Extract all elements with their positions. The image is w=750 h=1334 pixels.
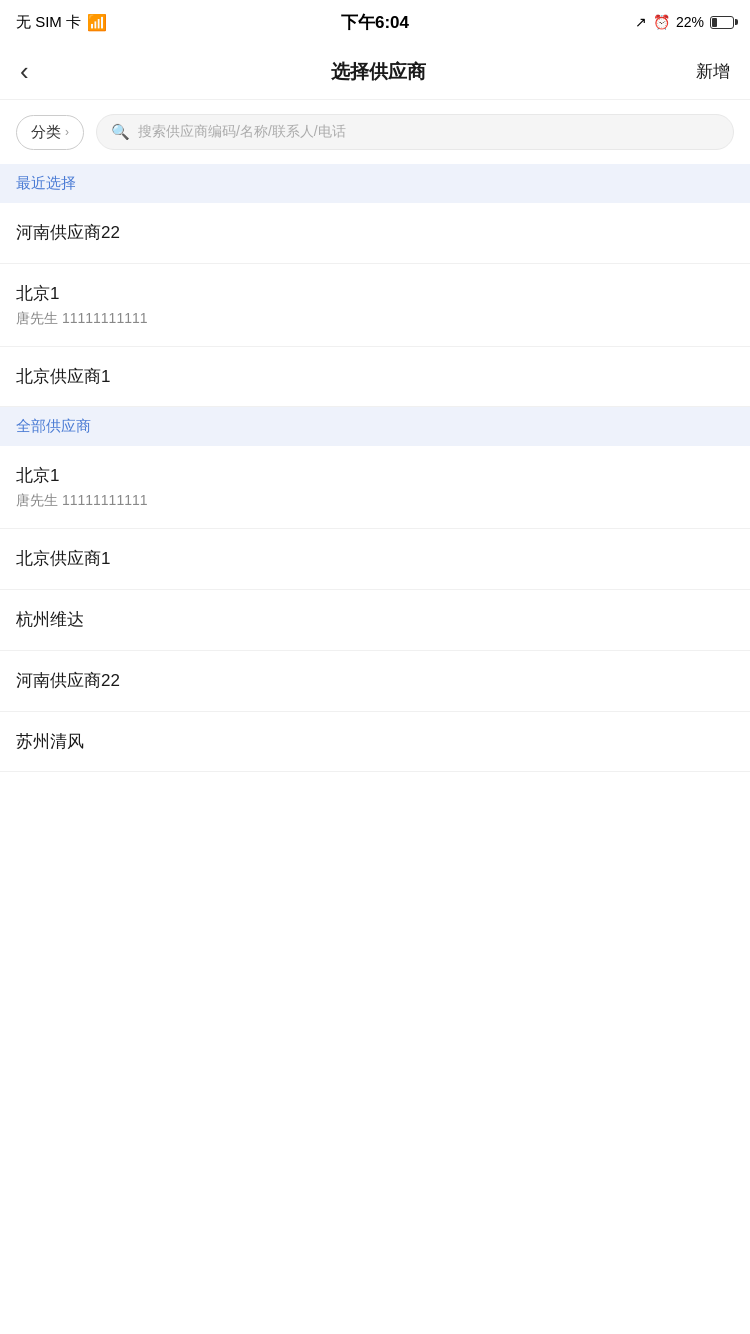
chevron-right-icon: › (65, 125, 69, 139)
item-contact: 唐先生 11111111111 (16, 310, 734, 328)
alarm-icon: ⏰ (653, 14, 670, 30)
status-bar: 无 SIM 卡 📶 下午6:04 ↗ ⏰ 22% (0, 0, 750, 44)
item-name: 北京供应商1 (16, 365, 734, 389)
item-name: 河南供应商22 (16, 669, 734, 693)
item-name: 北京1 (16, 464, 734, 488)
item-name: 北京供应商1 (16, 547, 734, 571)
recent-list-item[interactable]: 北京供应商1 (0, 347, 750, 408)
item-name: 北京1 (16, 282, 734, 306)
all-section-header: 全部供应商 (0, 407, 750, 446)
recent-list: 河南供应商22 北京1 唐先生 11111111111 北京供应商1 (0, 203, 750, 407)
nav-bar: ‹ 选择供应商 新增 (0, 44, 750, 100)
search-box[interactable]: 🔍 搜索供应商编码/名称/联系人/电话 (96, 114, 734, 150)
all-list-item[interactable]: 河南供应商22 (0, 651, 750, 712)
status-time: 下午6:04 (341, 11, 409, 34)
back-button[interactable]: ‹ (20, 56, 60, 87)
item-name: 河南供应商22 (16, 221, 734, 245)
add-button[interactable]: 新增 (696, 60, 730, 83)
status-left: 无 SIM 卡 📶 (16, 13, 107, 32)
category-button[interactable]: 分类 › (16, 115, 84, 150)
page-title: 选择供应商 (331, 59, 426, 85)
search-icon: 🔍 (111, 123, 130, 141)
status-right: ↗ ⏰ 22% (635, 14, 734, 30)
all-list-item[interactable]: 北京1 唐先生 11111111111 (0, 446, 750, 529)
all-list-item[interactable]: 杭州维达 (0, 590, 750, 651)
all-list: 北京1 唐先生 11111111111 北京供应商1 杭州维达河南供应商22 苏州清风 (0, 446, 750, 772)
search-placeholder-text: 搜索供应商编码/名称/联系人/电话 (138, 123, 346, 141)
recent-section-header: 最近选择 (0, 164, 750, 203)
item-name: 杭州维达 (16, 608, 734, 632)
battery-icon (710, 16, 734, 29)
item-name: 苏州清风 (16, 730, 734, 754)
battery-percent: 22% (676, 14, 704, 30)
all-list-item[interactable]: 北京供应商1 (0, 529, 750, 590)
recent-list-item[interactable]: 北京1 唐先生 11111111111 (0, 264, 750, 347)
item-contact: 唐先生 11111111111 (16, 492, 734, 510)
no-sim-text: 无 SIM 卡 (16, 13, 81, 32)
wifi-icon: 📶 (87, 13, 107, 32)
filter-bar: 分类 › 🔍 搜索供应商编码/名称/联系人/电话 (0, 100, 750, 164)
category-label: 分类 (31, 123, 61, 142)
all-list-item[interactable]: 苏州清风 (0, 712, 750, 773)
recent-list-item[interactable]: 河南供应商22 (0, 203, 750, 264)
location-icon: ↗ (635, 14, 647, 30)
